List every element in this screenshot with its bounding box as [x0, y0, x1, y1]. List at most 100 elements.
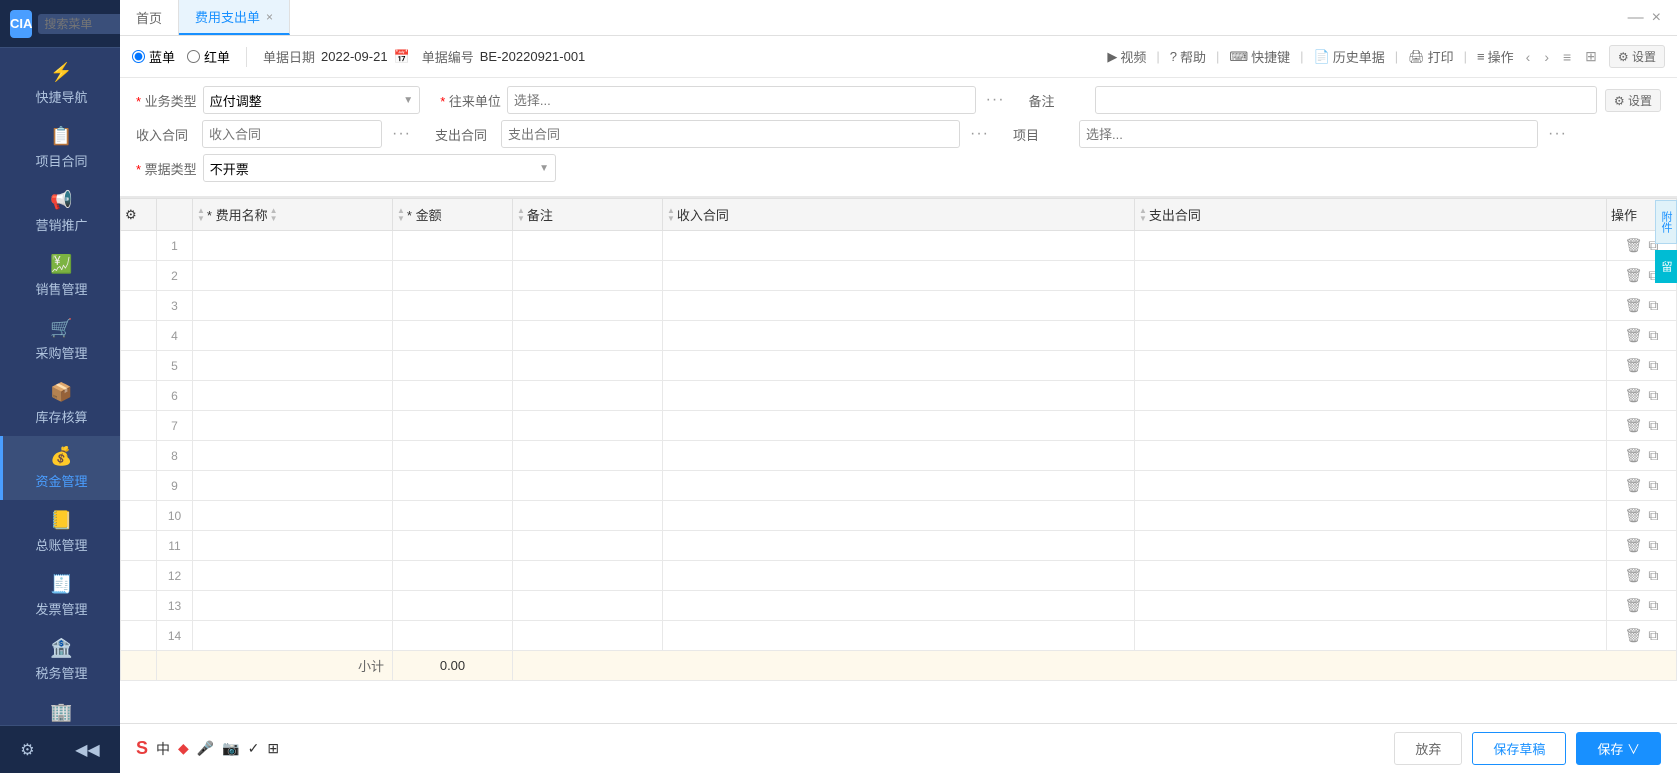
view-list-btn[interactable]: ≡	[1561, 49, 1573, 65]
copy-icon[interactable]: ⧉	[1648, 627, 1658, 644]
radio-blue[interactable]: 蓝单	[132, 47, 175, 66]
tab-home[interactable]: 首页	[120, 0, 179, 35]
cell-expense-contract[interactable]	[1135, 231, 1607, 261]
sidebar-item-invoice[interactable]: 🧾 发票管理	[0, 564, 120, 628]
counterparty-input[interactable]	[507, 86, 976, 114]
delete-icon[interactable]: 🗑	[1625, 237, 1643, 254]
delete-icon[interactable]: 🗑	[1625, 477, 1643, 494]
cell-expense-name[interactable]	[193, 471, 393, 501]
copy-icon[interactable]: ⧉	[1648, 447, 1658, 464]
cell-note[interactable]	[513, 531, 663, 561]
history-btn[interactable]: 📄 历史单据	[1314, 47, 1385, 66]
cell-expense-contract[interactable]	[1135, 561, 1607, 591]
delete-icon[interactable]: 🗑	[1625, 417, 1643, 434]
copy-icon[interactable]: ⧉	[1648, 597, 1658, 614]
cell-amount[interactable]	[393, 471, 513, 501]
nav-next-btn[interactable]: ›	[1542, 49, 1551, 65]
delete-icon[interactable]: 🗑	[1625, 537, 1643, 554]
nav-prev-btn[interactable]: ‹	[1524, 49, 1533, 65]
right-float-btn-1[interactable]: 附件	[1655, 200, 1677, 244]
cell-note[interactable]	[513, 501, 663, 531]
right-float-btn-2[interactable]: 留	[1655, 250, 1677, 283]
cell-expense-contract[interactable]	[1135, 441, 1607, 471]
set-button[interactable]: ⚙ 设置	[1609, 45, 1665, 68]
cell-income-contract[interactable]	[663, 261, 1135, 291]
cell-expense-contract[interactable]	[1135, 321, 1607, 351]
note-input[interactable]	[1095, 86, 1597, 114]
delete-icon[interactable]: 🗑	[1625, 507, 1643, 524]
sidebar-item-inventory[interactable]: 📦 库存核算	[0, 372, 120, 436]
project-dots[interactable]: ···	[1544, 125, 1571, 143]
cell-amount[interactable]	[393, 531, 513, 561]
cell-expense-contract[interactable]	[1135, 591, 1607, 621]
cell-amount[interactable]	[393, 561, 513, 591]
help-btn[interactable]: ? 帮助	[1170, 47, 1206, 66]
sort-icon-amount[interactable]: ▲▼	[397, 207, 405, 223]
cell-expense-contract[interactable]	[1135, 351, 1607, 381]
cell-income-contract[interactable]	[663, 621, 1135, 651]
sidebar-item-tax[interactable]: 🏦 税务管理	[0, 628, 120, 692]
cell-note[interactable]	[513, 441, 663, 471]
sort-icon-note[interactable]: ▲▼	[517, 207, 525, 223]
collapse-icon[interactable]: ◀◀	[75, 740, 100, 760]
copy-icon[interactable]: ⧉	[1648, 417, 1658, 434]
cell-note[interactable]	[513, 381, 663, 411]
cell-amount[interactable]	[393, 351, 513, 381]
cell-note[interactable]	[513, 561, 663, 591]
cell-income-contract[interactable]	[663, 351, 1135, 381]
sort-icon-name2[interactable]: ▲▼	[270, 207, 278, 223]
cell-amount[interactable]	[393, 381, 513, 411]
gear-icon[interactable]: ⚙	[125, 207, 137, 222]
cell-income-contract[interactable]	[663, 471, 1135, 501]
note-field[interactable]	[1102, 93, 1590, 108]
cell-expense-name[interactable]	[193, 561, 393, 591]
th-note[interactable]: ▲▼ 备注	[513, 199, 663, 231]
counterparty-dots[interactable]: ···	[982, 91, 1009, 109]
cell-expense-contract[interactable]	[1135, 291, 1607, 321]
save-draft-button[interactable]: 保存草稿	[1472, 732, 1566, 765]
settings-icon[interactable]: ⚙	[20, 740, 34, 760]
cell-amount[interactable]	[393, 501, 513, 531]
cell-amount[interactable]	[393, 291, 513, 321]
copy-icon[interactable]: ⧉	[1648, 357, 1658, 374]
delete-icon[interactable]: 🗑	[1625, 567, 1643, 584]
sort-icon-name[interactable]: ▲▼	[197, 207, 205, 223]
cell-note[interactable]	[513, 591, 663, 621]
cell-expense-name[interactable]	[193, 531, 393, 561]
cell-income-contract[interactable]	[663, 291, 1135, 321]
cell-income-contract[interactable]	[663, 411, 1135, 441]
actions-btn[interactable]: ≡ 操作	[1477, 47, 1514, 66]
expense-contract-field[interactable]	[508, 127, 953, 142]
cell-expense-name[interactable]	[193, 441, 393, 471]
income-contract-input[interactable]	[202, 120, 382, 148]
cell-income-contract[interactable]	[663, 441, 1135, 471]
cell-income-contract[interactable]	[663, 501, 1135, 531]
copy-icon[interactable]: ⧉	[1648, 387, 1658, 404]
th-gear[interactable]: ⚙	[121, 199, 157, 231]
shortcut-btn[interactable]: ⌨ 快捷键	[1229, 47, 1290, 66]
view-card-btn[interactable]: ⊞	[1583, 48, 1599, 65]
tab-expense-close[interactable]: ×	[266, 10, 273, 24]
sort-icon-expense[interactable]: ▲▼	[1139, 207, 1147, 223]
delete-icon[interactable]: 🗑	[1625, 627, 1643, 644]
expense-contract-input[interactable]	[501, 120, 960, 148]
copy-icon[interactable]: ⧉	[1648, 327, 1658, 344]
cell-note[interactable]	[513, 411, 663, 441]
cell-expense-name[interactable]	[193, 621, 393, 651]
delete-icon[interactable]: 🗑	[1625, 387, 1643, 404]
cell-income-contract[interactable]	[663, 321, 1135, 351]
cell-income-contract[interactable]	[663, 591, 1135, 621]
th-amount[interactable]: ▲▼ * 金额	[393, 199, 513, 231]
delete-icon[interactable]: 🗑	[1625, 267, 1643, 284]
cell-income-contract[interactable]	[663, 381, 1135, 411]
discard-button[interactable]: 放弃	[1394, 732, 1462, 765]
cell-note[interactable]	[513, 261, 663, 291]
save-button[interactable]: 保存 ∨	[1576, 732, 1661, 765]
video-btn[interactable]: ▶ 视频	[1107, 47, 1146, 66]
cell-income-contract[interactable]	[663, 531, 1135, 561]
delete-icon[interactable]: 🗑	[1625, 297, 1643, 314]
window-minimize-btn[interactable]: —	[1628, 9, 1644, 27]
th-income-contract[interactable]: ▲▼ 收入合同	[663, 199, 1135, 231]
cell-note[interactable]	[513, 231, 663, 261]
sidebar-item-ledger[interactable]: 📒 总账管理	[0, 500, 120, 564]
